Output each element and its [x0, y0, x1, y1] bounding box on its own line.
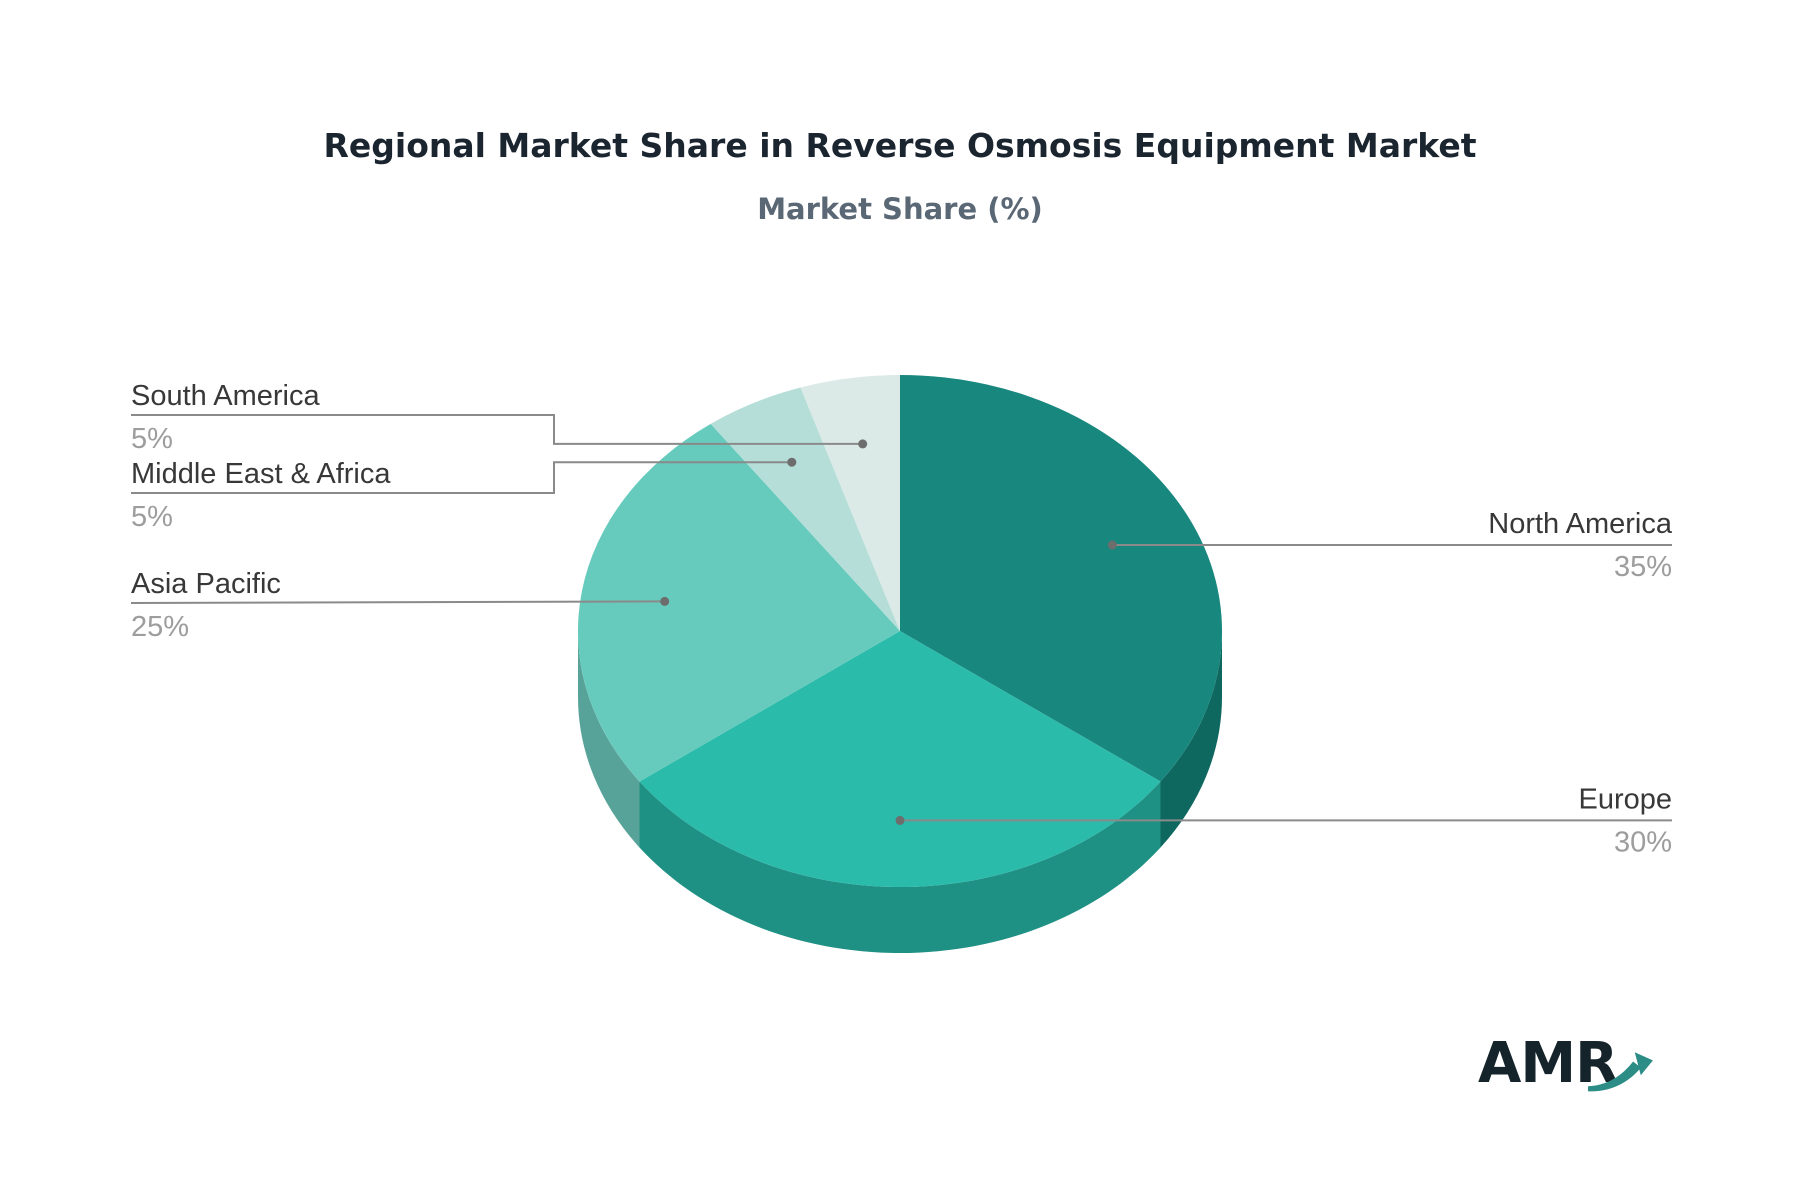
leader-dot-middle-east-africa	[787, 457, 797, 467]
callout-value-middle-east-africa: 5%	[131, 501, 173, 533]
callout-value-asia-pacific: 25%	[131, 611, 189, 643]
callout-label-north-america: North America	[1488, 508, 1673, 540]
leader-dot-asia-pacific	[660, 596, 670, 606]
leader-dot-south-america	[858, 439, 868, 449]
callout-label-middle-east-africa: Middle East & Africa	[131, 458, 391, 490]
leader-dot-europe	[895, 815, 905, 825]
callout-label-south-america: South America	[131, 380, 320, 412]
leader-dot-north-america	[1107, 540, 1117, 550]
callout-value-europe: 30%	[1614, 826, 1672, 858]
callout-label-asia-pacific: Asia Pacific	[131, 568, 281, 600]
amr-logo: AMR	[1478, 1036, 1663, 1111]
chart-canvas: Regional Market Share in Reverse Osmosis…	[0, 0, 1800, 1196]
callout-label-europe: Europe	[1578, 783, 1672, 815]
pie-chart: North America 35% Europe 30% Asia Pacific 25%…	[130, 375, 1673, 954]
amr-logo-arrow-icon	[1588, 1052, 1653, 1092]
callout-value-north-america: 35%	[1614, 551, 1672, 583]
callout-value-south-america: 5%	[131, 423, 173, 455]
